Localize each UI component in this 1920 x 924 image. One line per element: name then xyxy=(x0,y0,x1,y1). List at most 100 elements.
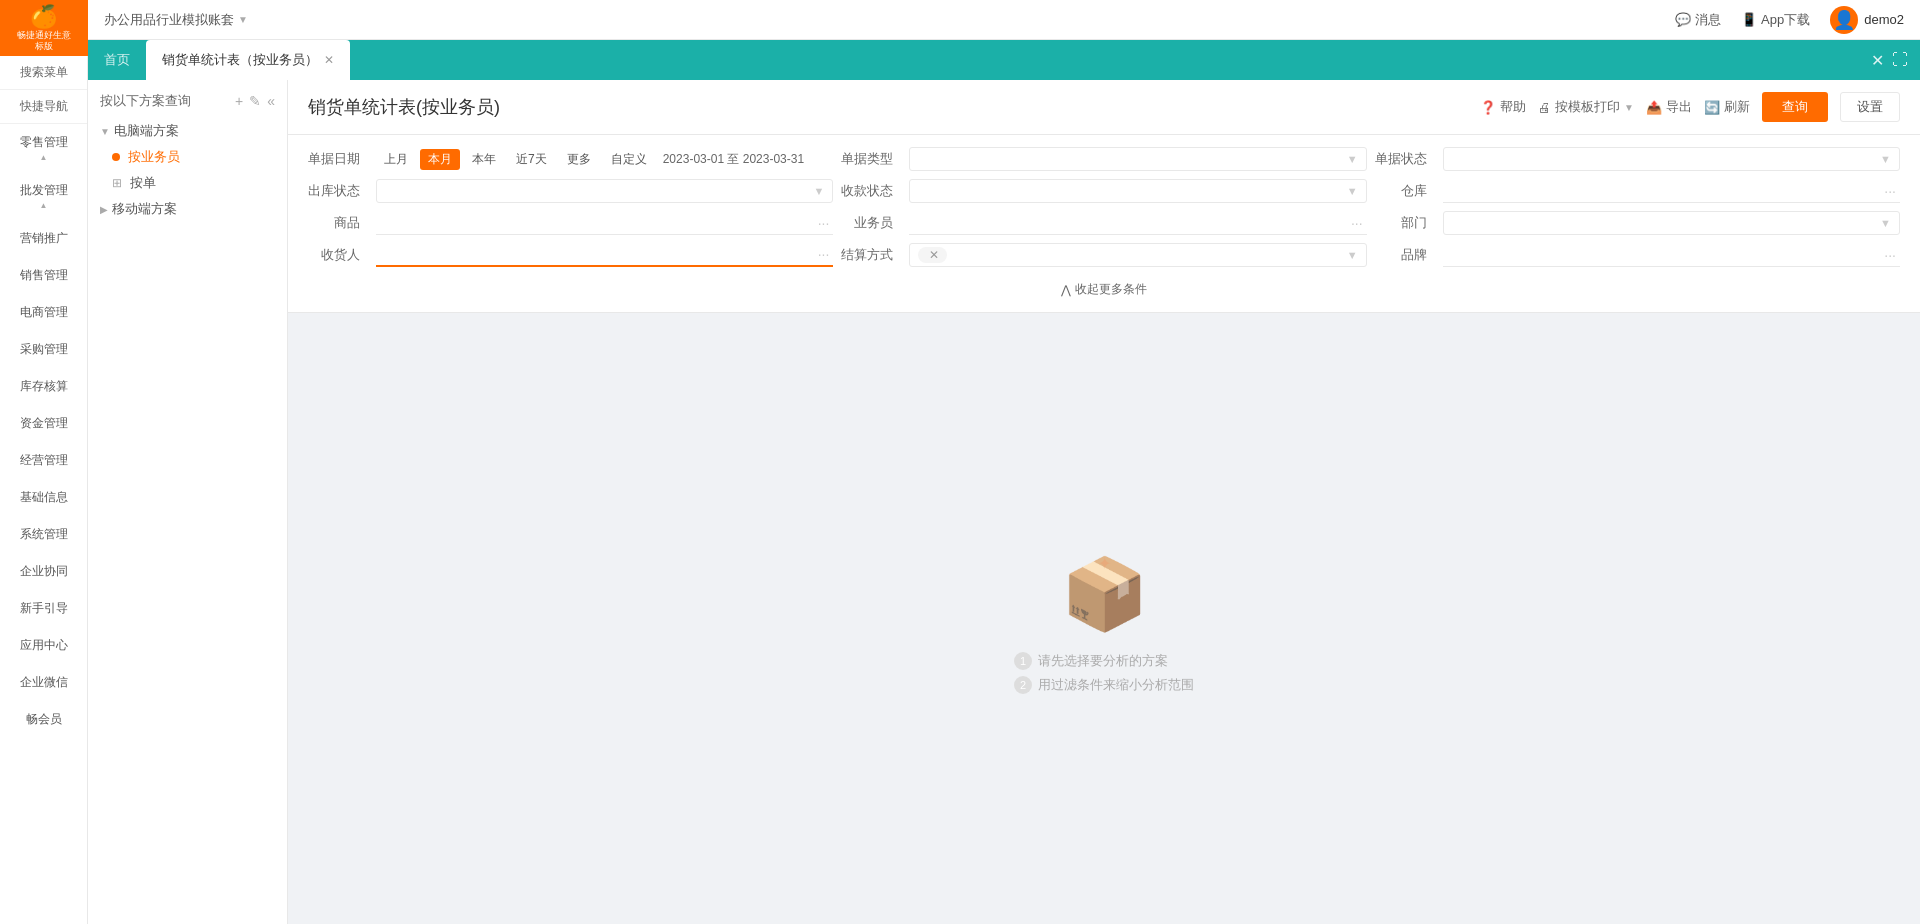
date-btn-last-month[interactable]: 上月 xyxy=(376,149,416,170)
date-btn-7days[interactable]: 近7天 xyxy=(508,149,555,170)
query-button[interactable]: 查询 xyxy=(1762,92,1828,122)
consignee-input[interactable]: ··· xyxy=(376,243,833,267)
user-menu[interactable]: 👤 demo2 xyxy=(1830,6,1904,34)
tree-group-chevron: ▼ xyxy=(100,126,110,137)
sidebar-item-newguide[interactable]: 新手引导 xyxy=(0,590,87,627)
help-label: 帮助 xyxy=(1500,98,1526,116)
tree-group-desktop[interactable]: ▼ 电脑端方案 xyxy=(88,118,287,144)
left-panel-actions: + ✎ « xyxy=(235,93,275,109)
warehouse-input[interactable]: ··· xyxy=(1443,179,1900,203)
empty-tips: 1 请先选择要分析的方案 2 用过滤条件来缩小分析范围 xyxy=(1014,652,1194,694)
warehouse-dots[interactable]: ··· xyxy=(1884,183,1896,199)
sidebar-item-label: 基础信息 xyxy=(20,489,68,506)
sidebar-quick-nav[interactable]: 快捷导航 xyxy=(0,90,87,124)
salesperson-dots[interactable]: ··· xyxy=(1351,215,1363,231)
sidebar-item-label: 电商管理 xyxy=(20,304,68,321)
date-label: 单据日期 xyxy=(308,150,368,168)
payment-label: 收款状态 xyxy=(841,182,901,200)
date-btn-more[interactable]: 更多 xyxy=(559,149,599,170)
salesperson-input[interactable]: ··· xyxy=(909,211,1366,235)
consignee-dots[interactable]: ··· xyxy=(818,246,830,262)
sidebar-item-sales[interactable]: 销售管理 xyxy=(0,257,87,294)
sidebar-item-enterprise[interactable]: 企业协同 xyxy=(0,553,87,590)
tree-item-grid-icon: ⊞ xyxy=(112,176,122,190)
tip-1-text: 请先选择要分析的方案 xyxy=(1038,652,1168,670)
sidebar-item-appcenter[interactable]: 应用中心 xyxy=(0,627,87,664)
message-button[interactable]: 💬 消息 xyxy=(1675,11,1721,29)
dept-input[interactable]: ▼ xyxy=(1443,211,1900,235)
settlement-input[interactable]: ✕ ▼ xyxy=(909,243,1366,267)
tree-item-by-salesperson[interactable]: 按业务员 xyxy=(88,144,287,170)
tab-maximize-icon[interactable]: ⛶ xyxy=(1892,51,1908,69)
topbar: 办公用品行业模拟账套 ▼ 💬 消息 📱 App下载 👤 demo2 xyxy=(88,0,1920,40)
help-icon: ❓ xyxy=(1480,100,1496,115)
empty-state: 📦 ✦ 1 请先选择要分析的方案 2 用过滤条件来缩小分析范围 xyxy=(288,313,1920,924)
account-dropdown[interactable]: 办公用品行业模拟账套 ▼ xyxy=(104,11,248,29)
doc-type-input[interactable]: ▼ xyxy=(909,147,1366,171)
sidebar-item-wholesale[interactable]: 批发管理 ▲ xyxy=(0,172,87,220)
help-button[interactable]: ❓ 帮助 xyxy=(1480,98,1526,116)
sidebar-search[interactable]: 搜索菜单 xyxy=(0,56,87,90)
left-panel: 按以下方案查询 + ✎ « ▼ 电脑端方案 按业务员 ⊞ 按单 xyxy=(88,80,288,924)
refresh-label: 刷新 xyxy=(1724,98,1750,116)
date-btn-this-year[interactable]: 本年 xyxy=(464,149,504,170)
goods-dots[interactable]: ··· xyxy=(818,215,830,231)
date-btn-custom[interactable]: 自定义 xyxy=(603,149,655,170)
export-button[interactable]: 📤 导出 xyxy=(1646,98,1692,116)
filter-area: 单据日期 上月 本月 本年 近7天 更多 自定义 2023-03-01 至 20… xyxy=(288,135,1920,313)
goods-label: 商品 xyxy=(308,214,368,232)
main-area: 办公用品行业模拟账套 ▼ 💬 消息 📱 App下载 👤 demo2 首页 xyxy=(88,0,1920,924)
sidebar-item-label: 资金管理 xyxy=(20,415,68,432)
tab-close-icon[interactable]: ✕ xyxy=(324,53,334,67)
tree-group-label: 电脑端方案 xyxy=(114,122,179,140)
settings-button[interactable]: 设置 xyxy=(1840,92,1900,122)
settlement-clear-icon[interactable]: ✕ xyxy=(929,248,939,262)
tree-item-by-order[interactable]: ⊞ 按单 xyxy=(88,170,287,196)
sidebar-item-finance[interactable]: 资金管理 xyxy=(0,405,87,442)
collapse-button[interactable]: ⋀ 收起更多条件 xyxy=(1061,281,1147,298)
user-name: demo2 xyxy=(1864,12,1904,27)
tab-home-label: 首页 xyxy=(104,51,130,69)
sidebar-item-inventory[interactable]: 库存核算 xyxy=(0,368,87,405)
sidebar-item-member[interactable]: 畅会员 xyxy=(0,701,87,738)
sidebar-item-retail[interactable]: 零售管理 ▲ xyxy=(0,124,87,172)
sidebar-item-system[interactable]: 系统管理 xyxy=(0,516,87,553)
account-dropdown-chevron: ▼ xyxy=(238,14,248,25)
add-scheme-icon[interactable]: + xyxy=(235,93,243,109)
tree-group-mobile[interactable]: ▶ 移动端方案 xyxy=(88,196,287,222)
doc-status-input[interactable]: ▼ xyxy=(1443,147,1900,171)
app-download-button[interactable]: 📱 App下载 xyxy=(1741,11,1810,29)
date-btn-this-month[interactable]: 本月 xyxy=(420,149,460,170)
sidebar-item-ecommerce[interactable]: 电商管理 xyxy=(0,294,87,331)
payment-input[interactable]: ▼ xyxy=(909,179,1366,203)
sidebar-item-label: 库存核算 xyxy=(20,378,68,395)
sidebar-item-operations[interactable]: 经营管理 xyxy=(0,442,87,479)
consignee-label: 收货人 xyxy=(308,246,368,264)
collapse-label: 收起更多条件 xyxy=(1075,281,1147,298)
date-range: 2023-03-01 至 2023-03-31 xyxy=(663,151,804,168)
print-icon: 🖨 xyxy=(1538,100,1551,115)
tab-close-window-icon[interactable]: ✕ xyxy=(1871,51,1884,70)
brand-input[interactable]: ··· xyxy=(1443,243,1900,267)
template-print-button[interactable]: 🖨 按模板打印 ▼ xyxy=(1538,98,1634,116)
sidebar-item-purchase[interactable]: 采购管理 xyxy=(0,331,87,368)
collapse-panel-icon[interactable]: « xyxy=(267,93,275,109)
tree-item-dot xyxy=(112,153,120,161)
sidebar-item-base[interactable]: 基础信息 xyxy=(0,479,87,516)
sidebar-item-label: 企业协同 xyxy=(20,563,68,580)
tree-item-label: 按单 xyxy=(130,174,156,192)
edit-scheme-icon[interactable]: ✎ xyxy=(249,93,261,109)
sidebar-item-label: 系统管理 xyxy=(20,526,68,543)
sidebar-item-label: 经营管理 xyxy=(20,452,68,469)
sidebar-item-marketing[interactable]: 营销推广 xyxy=(0,220,87,257)
tab-home[interactable]: 首页 xyxy=(88,40,146,80)
sidebar-item-corpwechat[interactable]: 企业微信 xyxy=(0,664,87,701)
sidebar-logo: 🍊 畅捷通好生意标版 xyxy=(0,0,88,56)
tab-sales-stat[interactable]: 销货单统计表（按业务员） ✕ xyxy=(146,40,350,80)
outbound-input[interactable]: ▼ xyxy=(376,179,833,203)
goods-input[interactable]: ··· xyxy=(376,211,833,235)
message-label: 消息 xyxy=(1695,11,1721,29)
refresh-button[interactable]: 🔄 刷新 xyxy=(1704,98,1750,116)
warehouse-label: 仓库 xyxy=(1375,182,1435,200)
brand-dots[interactable]: ··· xyxy=(1884,247,1896,263)
